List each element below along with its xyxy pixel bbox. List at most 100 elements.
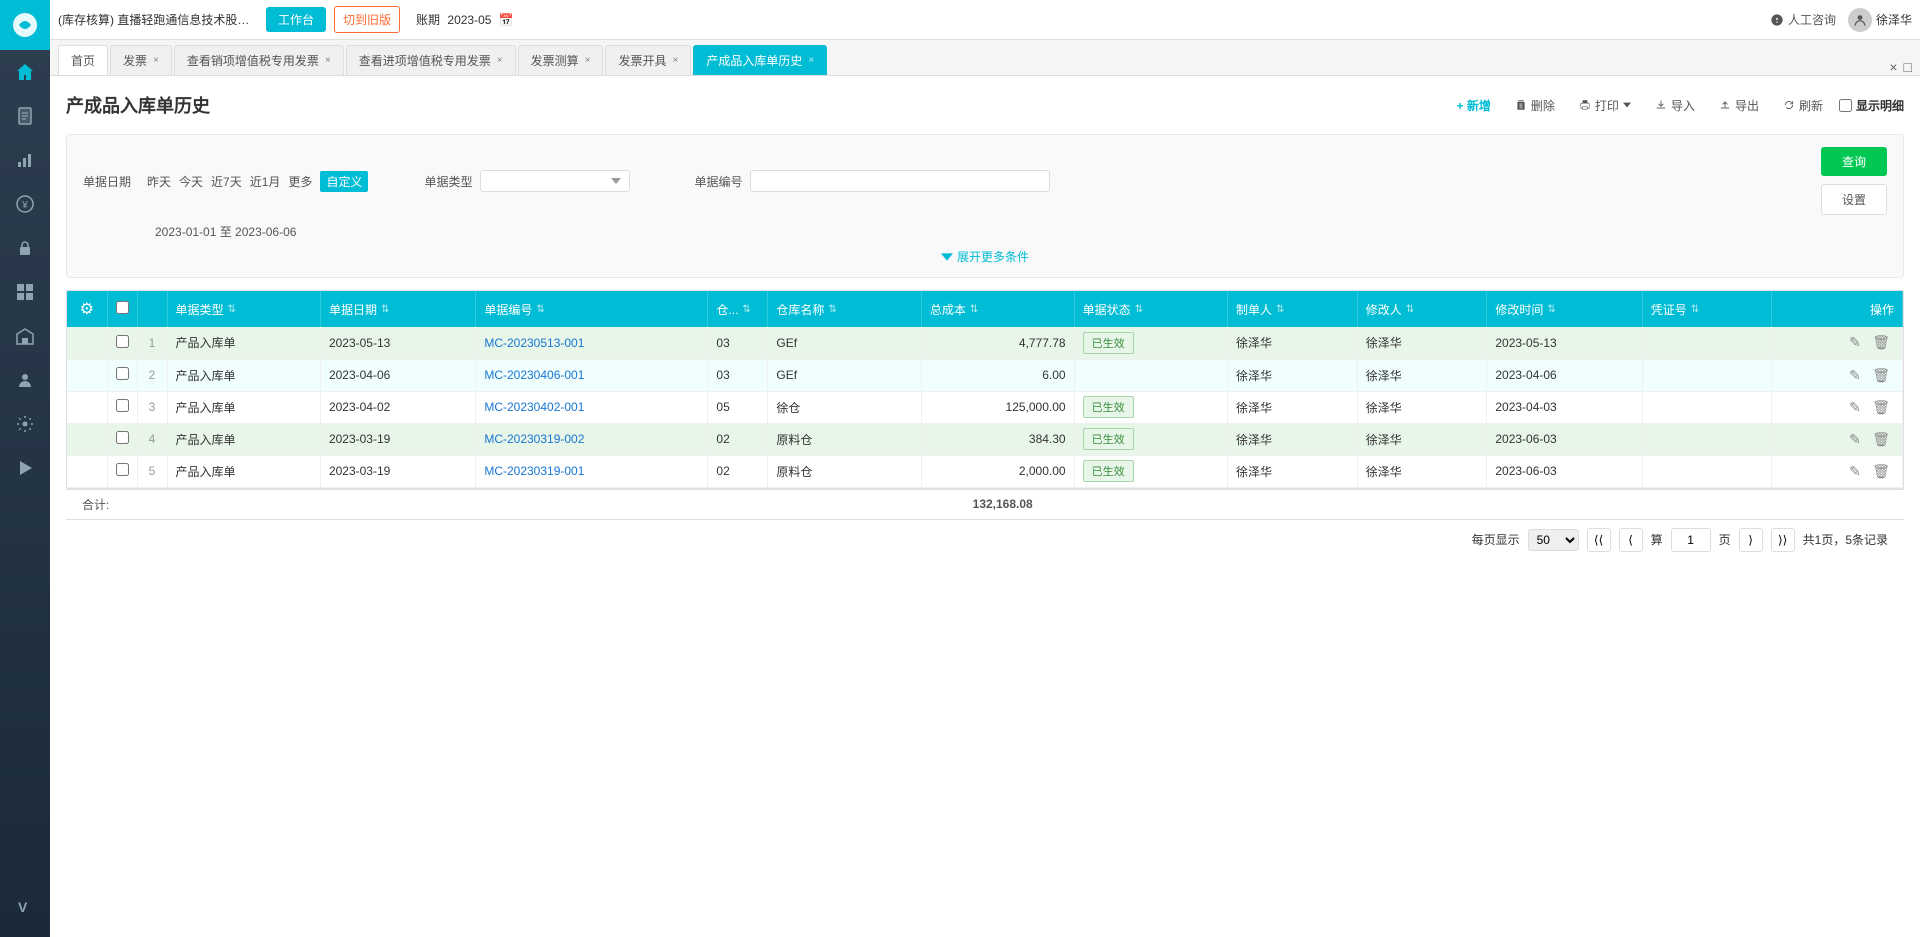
- sidebar-item-v[interactable]: V: [0, 885, 50, 929]
- tab-invoice-open[interactable]: 发票开具 ×: [605, 45, 691, 75]
- date-today[interactable]: 今天: [179, 173, 203, 190]
- th-modifier[interactable]: 修改人⇅: [1357, 291, 1487, 327]
- row-edit-button[interactable]: ✎: [1845, 429, 1865, 450]
- import-button[interactable]: 导入: [1647, 93, 1703, 118]
- table-row: 3 产品入库单 2023-04-02 MC-20230402-001 05 徐仓…: [67, 391, 1903, 423]
- row-edit-button[interactable]: ✎: [1845, 365, 1865, 386]
- date-7days[interactable]: 近7天: [211, 173, 242, 190]
- date-yesterday[interactable]: 昨天: [147, 173, 171, 190]
- display-toggle-checkbox[interactable]: [1839, 99, 1852, 112]
- sidebar-item-home[interactable]: [0, 50, 50, 94]
- th-type[interactable]: 单据类型⇅: [167, 291, 320, 327]
- sidebar-item-play[interactable]: [0, 446, 50, 490]
- th-modify-time[interactable]: 修改时间⇅: [1487, 291, 1642, 327]
- sidebar-item-chart[interactable]: [0, 138, 50, 182]
- sidebar-item-grid[interactable]: [0, 270, 50, 314]
- tab-invoice-close[interactable]: ×: [153, 55, 159, 66]
- setting-button[interactable]: 设置: [1821, 184, 1887, 215]
- prev-page-button[interactable]: ⟨: [1619, 528, 1643, 552]
- tab-invoice-calc[interactable]: 发票测算 ×: [518, 45, 604, 75]
- row-checkbox[interactable]: [116, 335, 129, 348]
- row-delete-button[interactable]: 🗑: [1868, 365, 1894, 386]
- sidebar-item-money[interactable]: ¥: [0, 182, 50, 226]
- row-delete-button[interactable]: 🗑: [1868, 332, 1894, 353]
- row-voucher: [1642, 423, 1772, 455]
- tab-purchase-vat-close[interactable]: ×: [497, 55, 503, 66]
- tab-sales-vat-close[interactable]: ×: [325, 55, 331, 66]
- date-custom[interactable]: 自定义: [320, 171, 368, 192]
- new-button[interactable]: + 新增: [1449, 93, 1499, 118]
- row-total-cost: 125,000.00: [921, 391, 1074, 423]
- number-input[interactable]: [750, 170, 1050, 192]
- tab-invoice-calc-close[interactable]: ×: [585, 55, 591, 66]
- th-status[interactable]: 单据状态⇅: [1074, 291, 1227, 327]
- row-delete-button[interactable]: 🗑: [1868, 461, 1894, 482]
- export-button[interactable]: 导出: [1711, 93, 1767, 118]
- row-warehouse-code: 02: [708, 423, 768, 455]
- row-warehouse-code: 05: [708, 391, 768, 423]
- topbar: (库存核算) 直播轻跑通信息技术股份... 工作台 切到旧版 账期 2023-0…: [50, 0, 1920, 40]
- filter-expand[interactable]: 展开更多条件: [83, 248, 1887, 265]
- row-edit-button[interactable]: ✎: [1845, 397, 1865, 418]
- tab-close-all[interactable]: ×: [1889, 59, 1897, 75]
- tab-invoice-open-close[interactable]: ×: [672, 55, 678, 66]
- row-number-link[interactable]: MC-20230406-001: [484, 368, 584, 382]
- tab-invoice[interactable]: 发票 ×: [110, 45, 172, 75]
- row-delete-button[interactable]: 🗑: [1868, 429, 1894, 450]
- column-settings-button[interactable]: ⚙: [80, 299, 94, 319]
- user-menu[interactable]: 徐泽华: [1848, 8, 1912, 32]
- workbench-button[interactable]: 工作台: [266, 7, 326, 32]
- tab-product-history[interactable]: 产成品入库单历史 ×: [693, 45, 827, 75]
- app-logo[interactable]: [0, 0, 50, 50]
- tab-home[interactable]: 首页: [58, 45, 108, 75]
- th-voucher[interactable]: 凭证号⇅: [1642, 291, 1772, 327]
- first-page-button[interactable]: ⟨⟨: [1587, 528, 1611, 552]
- th-date[interactable]: 单据日期⇅: [320, 291, 475, 327]
- row-number-link[interactable]: MC-20230319-002: [484, 432, 584, 446]
- row-edit-button[interactable]: ✎: [1845, 461, 1865, 482]
- tab-sales-vat[interactable]: 查看销项增值税专用发票 ×: [174, 45, 344, 75]
- date-more[interactable]: 更多: [288, 173, 312, 190]
- row-number-link[interactable]: MC-20230513-001: [484, 336, 584, 350]
- row-creator: 徐泽华: [1228, 423, 1358, 455]
- user-avatar: [1848, 8, 1872, 32]
- print-button[interactable]: 打印: [1571, 93, 1639, 118]
- sidebar-item-warehouse[interactable]: [0, 314, 50, 358]
- delete-button[interactable]: 删除: [1507, 93, 1563, 118]
- calendar-icon[interactable]: 📅: [499, 13, 514, 27]
- row-checkbox[interactable]: [116, 463, 129, 476]
- page-number-input[interactable]: [1671, 528, 1711, 552]
- th-total-cost[interactable]: 总成本⇅: [921, 291, 1074, 327]
- last-page-button[interactable]: ⟩⟩: [1771, 528, 1795, 552]
- refresh-button[interactable]: 刷新: [1775, 93, 1831, 118]
- page-size-select[interactable]: 50 10 20 100: [1528, 529, 1579, 551]
- th-number[interactable]: 单据编号⇅: [476, 291, 708, 327]
- row-checkbox[interactable]: [116, 431, 129, 444]
- switch-version-button[interactable]: 切到旧版: [334, 6, 400, 33]
- ai-service-button[interactable]: 人工咨询: [1770, 11, 1836, 28]
- row-checkbox[interactable]: [116, 367, 129, 380]
- next-page-button[interactable]: ⟩: [1739, 528, 1763, 552]
- row-delete-button[interactable]: 🗑: [1868, 397, 1894, 418]
- row-edit-button[interactable]: ✎: [1845, 332, 1865, 353]
- row-number-link[interactable]: MC-20230402-001: [484, 400, 584, 414]
- tab-purchase-vat[interactable]: 查看进项增值税专用发票 ×: [346, 45, 516, 75]
- sidebar-item-settings[interactable]: [0, 402, 50, 446]
- row-settings: [67, 359, 107, 391]
- tab-maximize[interactable]: □: [1904, 59, 1912, 75]
- query-button[interactable]: 查询: [1821, 147, 1887, 176]
- select-all-checkbox[interactable]: [116, 301, 129, 314]
- date-1month[interactable]: 近1月: [250, 173, 281, 190]
- sidebar-item-lock[interactable]: [0, 226, 50, 270]
- sidebar-item-document[interactable]: [0, 94, 50, 138]
- sidebar-item-person[interactable]: [0, 358, 50, 402]
- th-warehouse-code[interactable]: 仓...⇅: [708, 291, 768, 327]
- row-checkbox[interactable]: [116, 399, 129, 412]
- page: 产成品入库单历史 + 新增 删除 打印 导入: [50, 76, 1920, 576]
- th-warehouse-name[interactable]: 仓库名称⇅: [768, 291, 921, 327]
- row-number-link[interactable]: MC-20230319-001: [484, 464, 584, 478]
- type-select[interactable]: [480, 170, 630, 192]
- th-creator[interactable]: 制单人⇅: [1228, 291, 1358, 327]
- tab-product-history-close[interactable]: ×: [808, 55, 814, 66]
- row-total-cost: 6.00: [921, 359, 1074, 391]
